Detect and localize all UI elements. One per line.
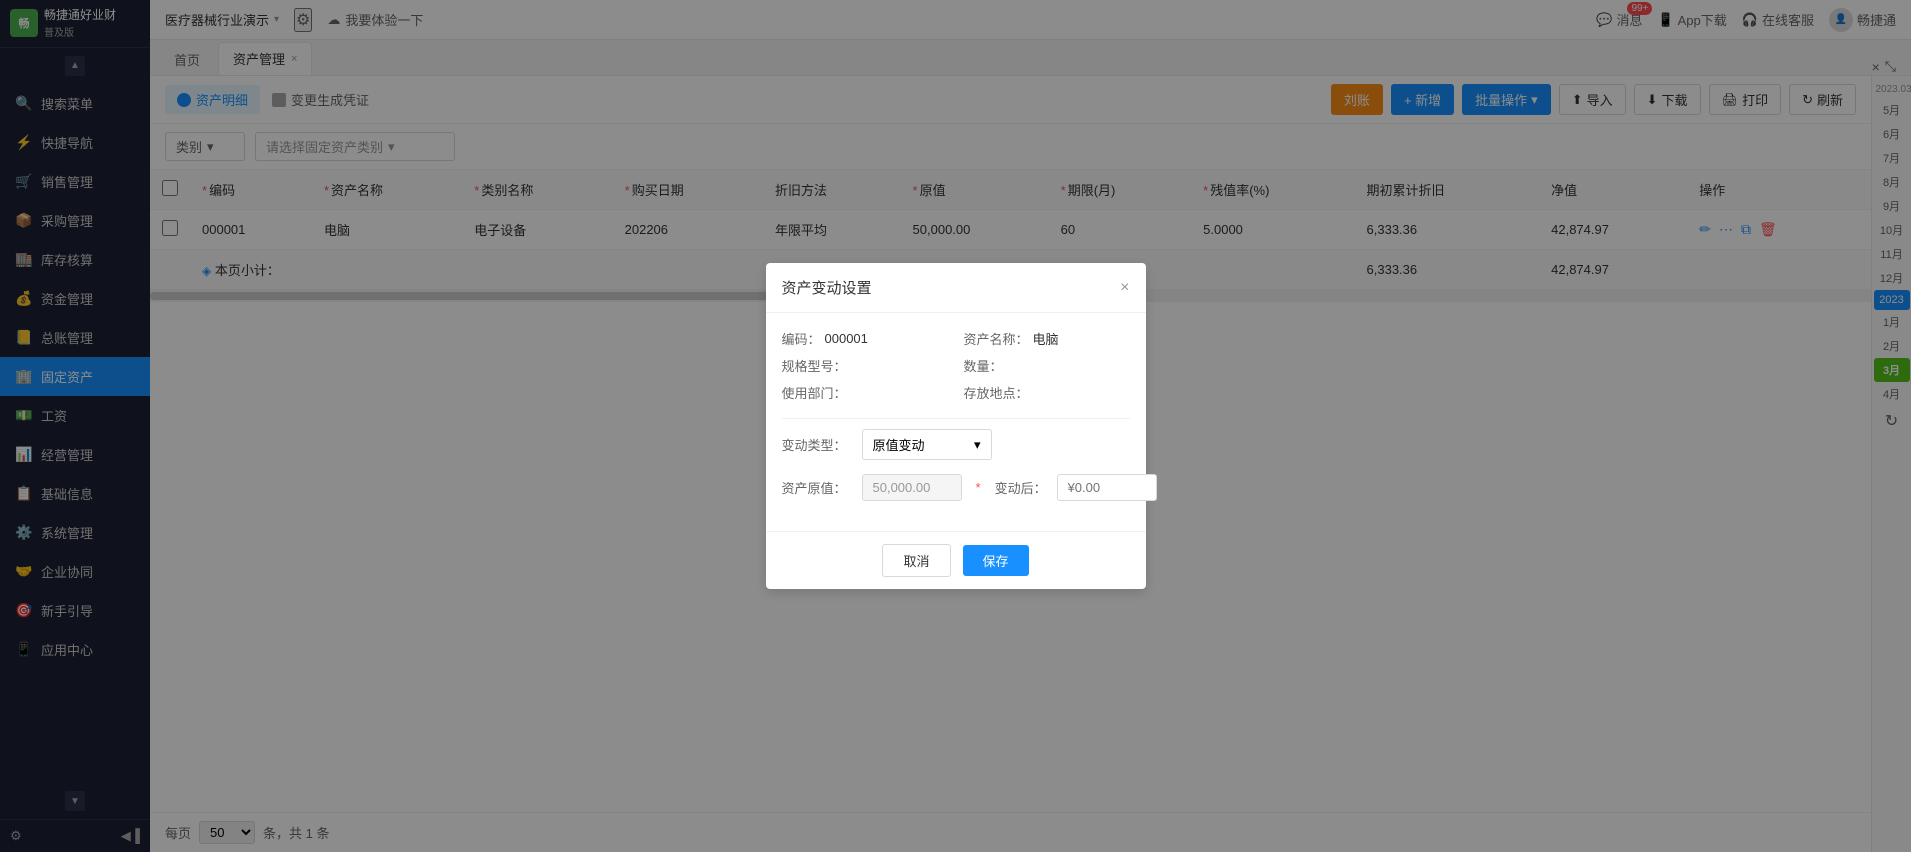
change-type-row: 变动类型： 原值变动 ▾	[782, 429, 1130, 460]
change-type-select[interactable]: 原值变动 ▾	[862, 429, 992, 460]
modal-divider	[782, 418, 1130, 419]
original-value-row: 资产原值： 50,000.00 * 变动后：	[782, 474, 1130, 501]
modal-overlay: 资产变动设置 × 编码： 000001 资产名称： 电脑 规格型号： 数量：	[0, 0, 1911, 852]
location-label: 存放地点：	[964, 383, 1029, 402]
change-type-arrow-icon: ▾	[974, 437, 981, 453]
save-button[interactable]: 保存	[963, 545, 1029, 576]
modal-title: 资产变动设置	[782, 277, 872, 298]
spec-label: 规格型号：	[782, 356, 847, 375]
modal-asset-name-item: 资产名称： 电脑	[964, 329, 1130, 348]
asset-name-label: 资产名称：	[964, 329, 1029, 348]
modal-close-button[interactable]: ×	[1120, 279, 1129, 297]
asset-change-modal: 资产变动设置 × 编码： 000001 资产名称： 电脑 规格型号： 数量：	[766, 263, 1146, 589]
modal-quantity-item: 数量：	[964, 356, 1130, 375]
modal-footer: 取消 保存	[766, 531, 1146, 589]
cancel-button[interactable]: 取消	[882, 544, 950, 577]
dept-label: 使用部门：	[782, 383, 847, 402]
modal-spec-item: 规格型号：	[782, 356, 948, 375]
modal-location-item: 存放地点：	[964, 383, 1130, 402]
asset-name-value: 电脑	[1033, 329, 1059, 348]
modal-body: 编码： 000001 资产名称： 电脑 规格型号： 数量： 使用部门：	[766, 313, 1146, 531]
required-mark: *	[976, 480, 981, 495]
code-value: 000001	[825, 331, 868, 346]
modal-code-item: 编码： 000001	[782, 329, 948, 348]
change-type-label: 变动类型：	[782, 435, 852, 454]
modal-header: 资产变动设置 ×	[766, 263, 1146, 313]
after-label: 变动后：	[995, 478, 1047, 497]
modal-info-grid: 编码： 000001 资产名称： 电脑 规格型号： 数量： 使用部门：	[782, 329, 1130, 402]
original-value-display: 50,000.00	[862, 474, 962, 501]
after-value-input[interactable]	[1057, 474, 1157, 501]
original-value-label: 资产原值：	[782, 478, 852, 497]
change-type-value: 原值变动	[873, 435, 925, 454]
code-label: 编码：	[782, 329, 821, 348]
modal-dept-item: 使用部门：	[782, 383, 948, 402]
quantity-label: 数量：	[964, 356, 1003, 375]
